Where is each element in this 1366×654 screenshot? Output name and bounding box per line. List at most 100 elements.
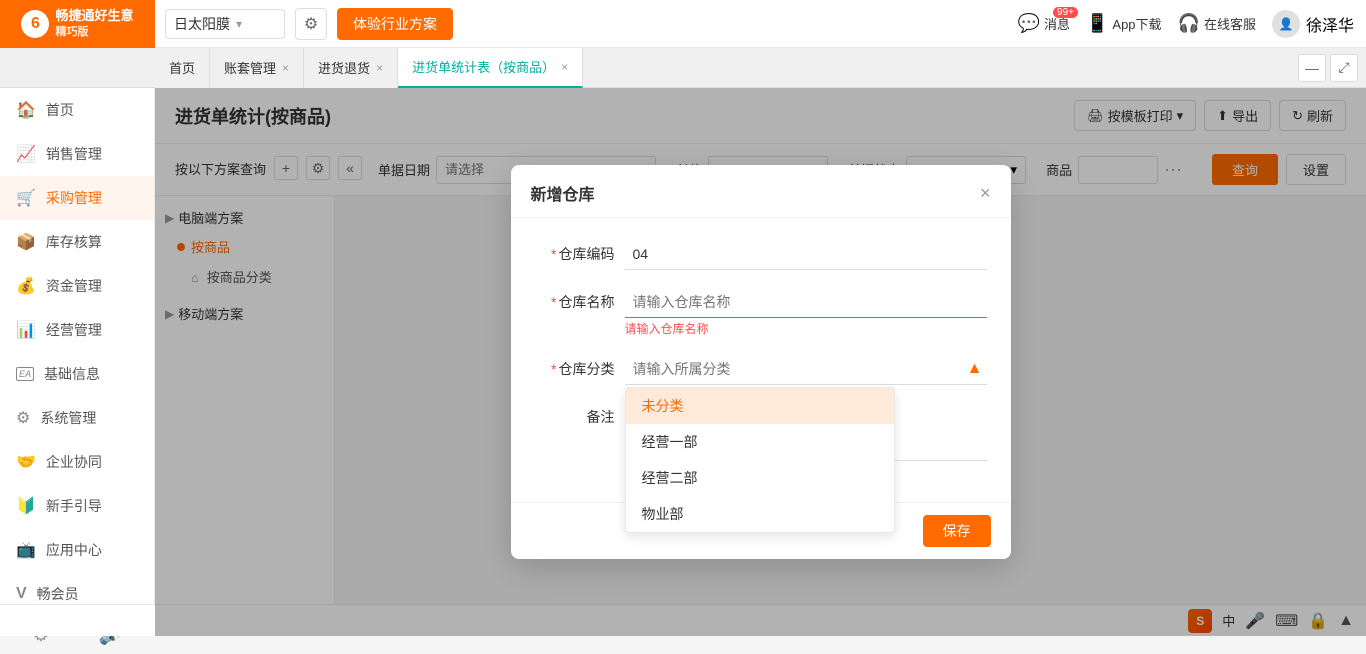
tab-home-label: 首页	[169, 58, 195, 77]
sidebar-item-app-center[interactable]: 📺 应用中心	[0, 528, 154, 572]
save-button[interactable]: 保存	[923, 515, 991, 547]
modal-title: 新增仓库	[531, 181, 595, 205]
tab-home[interactable]: 首页	[155, 48, 210, 88]
sidebar-item-collab[interactable]: 🤝 企业协同	[0, 440, 154, 484]
online-service-area[interactable]: 🎧 在线客服	[1178, 13, 1256, 34]
warehouse-code-row: 仓库编码	[535, 238, 987, 270]
home-icon: 🏠	[16, 100, 36, 120]
username: 徐泽华	[1306, 12, 1354, 36]
category-dropdown-arrow-icon[interactable]: ▲	[967, 360, 983, 378]
inventory-icon: 📦	[16, 232, 36, 252]
logo-area: 6 畅捷通好生意 精巧版	[0, 0, 155, 48]
app-download-area[interactable]: 📱 App下载	[1086, 13, 1162, 34]
dropdown-item-ops2[interactable]: 经营二部	[626, 460, 894, 496]
dropdown-item-property[interactable]: 物业部	[626, 496, 894, 532]
tab-minimize-icon[interactable]: —	[1298, 54, 1326, 82]
top-right-area: 💬 消息 99+ 📱 App下载 🎧 在线客服 👤 徐泽华	[1018, 10, 1354, 38]
tab-accounts[interactable]: 账套管理 ×	[210, 48, 304, 88]
message-area[interactable]: 💬 消息 99+	[1018, 13, 1070, 34]
sales-icon: 📈	[16, 144, 36, 164]
warehouse-name-control: 请输入仓库名称	[625, 286, 987, 337]
sidebar-item-purchase[interactable]: 🛒 采购管理	[0, 176, 154, 220]
org-name: 日太阳膜	[174, 14, 230, 34]
org-selector[interactable]: 日太阳膜 ▾	[165, 9, 285, 39]
new-warehouse-modal: 新增仓库 × 仓库编码 仓库名称	[511, 165, 1011, 559]
category-dropdown: 未分类 经营一部 经营二部 物业部	[625, 387, 895, 533]
tab-purchase-stats-close-icon[interactable]: ×	[561, 60, 568, 74]
sidebar-item-system-label: 系统管理	[40, 408, 96, 428]
modal-header: 新增仓库 ×	[511, 165, 1011, 218]
sidebar-item-app-center-label: 应用中心	[46, 540, 102, 560]
logo-icon: 6	[21, 10, 49, 38]
selector-arrow-icon: ▾	[236, 17, 242, 31]
sidebar-item-purchase-label: 采购管理	[46, 188, 102, 208]
gear-icon: ⚙	[304, 14, 318, 34]
sidebar-item-sales[interactable]: 📈 销售管理	[0, 132, 154, 176]
sidebar-item-finance[interactable]: 💰 资金管理	[0, 264, 154, 308]
sidebar-item-basic-info-label: 基础信息	[44, 364, 100, 384]
warehouse-name-input[interactable]	[625, 286, 987, 318]
sidebar-item-collab-label: 企业协同	[46, 452, 102, 472]
warehouse-code-label: 仓库编码	[535, 238, 625, 264]
warehouse-code-control	[625, 238, 987, 270]
tab-bar-controls: — ⤢	[1298, 54, 1366, 82]
sidebar-item-home[interactable]: 🏠 首页	[0, 88, 154, 132]
collab-icon: 🤝	[16, 452, 36, 472]
message-badge: 99+	[1053, 7, 1078, 18]
trial-button[interactable]: 体验行业方案	[337, 8, 453, 40]
warehouse-category-input[interactable]	[625, 353, 987, 385]
warehouse-name-row: 仓库名称 请输入仓库名称	[535, 286, 987, 337]
tab-purchase-stats[interactable]: 进货单统计表（按商品） ×	[398, 48, 583, 88]
tab-purchase-stats-label: 进货单统计表（按商品）	[412, 57, 555, 76]
top-bar: 6 畅捷通好生意 精巧版 日太阳膜 ▾ ⚙ 体验行业方案 💬 消息 99+ 📱 …	[0, 0, 1366, 48]
guide-icon: 🔰	[16, 496, 36, 516]
sidebar-item-guide-label: 新手引导	[46, 496, 102, 516]
app-download-label: App下载	[1112, 14, 1161, 33]
warehouse-note-label: 备注	[535, 401, 625, 427]
modal-body: 仓库编码 仓库名称 请输入仓库名称	[511, 218, 1011, 502]
sidebar-item-home-label: 首页	[46, 100, 74, 120]
purchase-icon: 🛒	[16, 188, 36, 208]
sidebar-item-operations-label: 经营管理	[46, 320, 102, 340]
sidebar-item-basic-info[interactable]: EA 基础信息	[0, 352, 154, 396]
user-area[interactable]: 👤 徐泽华	[1272, 10, 1354, 38]
operations-icon: 📊	[16, 320, 36, 340]
system-icon: ⚙	[16, 408, 30, 428]
sidebar-item-inventory-label: 库存核算	[46, 232, 102, 252]
tab-purchase-return[interactable]: 进货退货 ×	[304, 48, 398, 88]
main-layout: 🏠 首页 📈 销售管理 🛒 采购管理 📦 库存核算 💰 资金管理 📊 经营管理 …	[0, 88, 1366, 636]
online-service-label: 在线客服	[1204, 14, 1256, 33]
tab-accounts-close-icon[interactable]: ×	[282, 61, 289, 75]
tab-expand-icon[interactable]: ⤢	[1330, 54, 1358, 82]
dropdown-item-uncategorized[interactable]: 未分类	[626, 388, 894, 424]
tab-purchase-return-label: 进货退货	[318, 58, 370, 77]
warehouse-category-control: ▲ 未分类 经营一部 经营二部 物业部	[625, 353, 987, 385]
sidebar-item-vip-label: 畅会员	[37, 584, 79, 604]
basic-info-icon: EA	[16, 367, 34, 381]
modal-overlay: 新增仓库 × 仓库编码 仓库名称	[155, 88, 1366, 636]
warehouse-code-input[interactable]	[625, 238, 987, 270]
tab-purchase-return-close-icon[interactable]: ×	[376, 61, 383, 75]
warehouse-name-label: 仓库名称	[535, 286, 625, 312]
sidebar-item-guide[interactable]: 🔰 新手引导	[0, 484, 154, 528]
finance-icon: 💰	[16, 276, 36, 296]
warehouse-category-label: 仓库分类	[535, 353, 625, 379]
sidebar-item-inventory[interactable]: 📦 库存核算	[0, 220, 154, 264]
sidebar-item-system[interactable]: ⚙ 系统管理	[0, 396, 154, 440]
tab-bar: 首页 账套管理 × 进货退货 × 进货单统计表（按商品） × — ⤢	[0, 48, 1366, 88]
message-icon: 💬	[1018, 13, 1040, 34]
sidebar: 🏠 首页 📈 销售管理 🛒 采购管理 📦 库存核算 💰 资金管理 📊 经营管理 …	[0, 88, 155, 636]
app-name: 畅捷通好生意	[55, 8, 133, 24]
sidebar-item-sales-label: 销售管理	[46, 144, 102, 164]
sidebar-item-finance-label: 资金管理	[46, 276, 102, 296]
warehouse-category-row: 仓库分类 ▲ 未分类 经营一部 经营二部 物业部	[535, 353, 987, 385]
sidebar-item-operations[interactable]: 📊 经营管理	[0, 308, 154, 352]
settings-icon-btn[interactable]: ⚙	[295, 8, 327, 40]
dropdown-item-ops1[interactable]: 经营一部	[626, 424, 894, 460]
phone-icon: 📱	[1086, 13, 1108, 34]
app-center-icon: 📺	[16, 540, 36, 560]
modal-close-btn[interactable]: ×	[980, 184, 991, 202]
tab-accounts-label: 账套管理	[224, 58, 276, 77]
app-sub: 精巧版	[55, 23, 133, 39]
headset-icon: 🎧	[1178, 13, 1200, 34]
